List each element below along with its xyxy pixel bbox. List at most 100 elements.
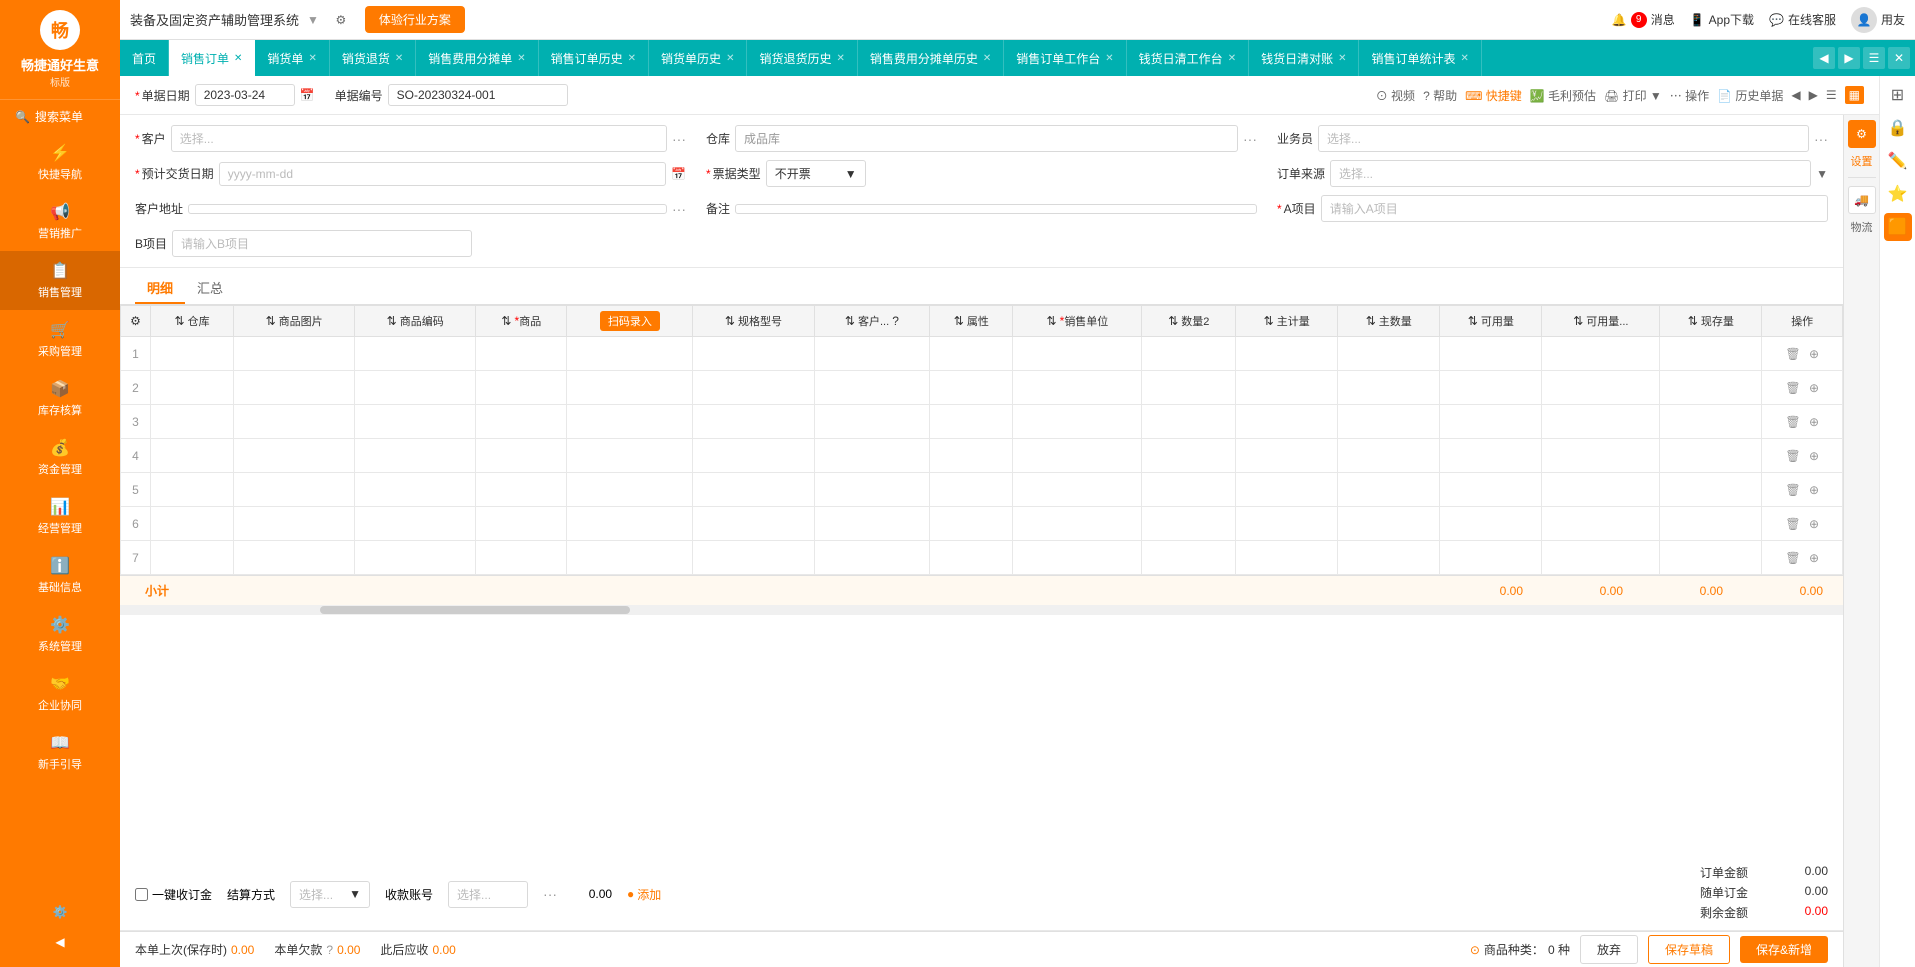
row-2-copy-icon[interactable]: ⊕ (1809, 381, 1819, 395)
th-available-detail-sort-icon[interactable]: ⇅ (1573, 314, 1583, 328)
row-7-attr[interactable] (930, 541, 1013, 575)
row-2-available-detail[interactable] (1542, 371, 1660, 405)
row-2-customer-code[interactable] (814, 371, 930, 405)
row-4-code[interactable] (355, 439, 476, 473)
row-1-product[interactable] (476, 337, 567, 371)
row-4-available[interactable] (1440, 439, 1542, 473)
card-view-icon[interactable]: ▦ (1845, 86, 1864, 104)
tab-sales-order-history[interactable]: 销售订单历史 ✕ (539, 40, 649, 76)
customer-addr-more-icon[interactable]: ··· (672, 201, 686, 217)
side-logistics-btn[interactable]: 🚚 (1848, 186, 1876, 214)
row-3-scan[interactable] (567, 405, 693, 439)
row-3-main-unit[interactable] (1236, 405, 1338, 439)
tab-detail[interactable]: 明细 (135, 273, 185, 304)
notification-btn[interactable]: 🔔 9 消息 (1612, 11, 1675, 28)
order-source-input[interactable]: 选择... (1330, 160, 1811, 187)
row-6-available-detail[interactable] (1542, 507, 1660, 541)
row-4-image[interactable] (234, 439, 355, 473)
th-sales-unit-sort-icon[interactable]: ⇅ (1047, 314, 1057, 328)
row-4-copy-icon[interactable]: ⊕ (1809, 449, 1819, 463)
row-3-product[interactable] (476, 405, 567, 439)
scan-input-btn[interactable]: 扫码录入 (600, 311, 660, 331)
row-5-delete-icon[interactable]: 🗑 (1785, 483, 1800, 497)
row-1-qty2[interactable] (1142, 337, 1236, 371)
row-7-available-detail[interactable] (1542, 541, 1660, 575)
row-5-image[interactable] (234, 473, 355, 507)
tab-sales-return-history[interactable]: 销货退货历史 ✕ (747, 40, 857, 76)
row-2-main-unit[interactable] (1236, 371, 1338, 405)
app-download-btn[interactable]: 📱 App下载 (1690, 11, 1754, 28)
side-settings-label[interactable]: 设置 (1851, 153, 1873, 169)
row-4-product[interactable] (476, 439, 567, 473)
row-5-main-qty[interactable] (1338, 473, 1440, 507)
delivery-date-input[interactable]: yyyy-mm-dd (219, 162, 666, 186)
th-product-code-sort-icon[interactable]: ⇅ (387, 314, 397, 328)
row-4-main-unit[interactable] (1236, 439, 1338, 473)
calendar-icon[interactable]: 📅 (300, 88, 315, 102)
customer-more-icon[interactable]: ··· (672, 131, 686, 147)
row-5-spec[interactable] (693, 473, 814, 507)
profit-estimate-btn[interactable]: 💹 毛利预估 (1530, 87, 1596, 104)
side-settings-btn[interactable]: ⚙ (1848, 120, 1876, 148)
row-1-image[interactable] (234, 337, 355, 371)
rp-lock-icon[interactable]: 🔒 (1884, 114, 1912, 142)
delivery-calendar-icon[interactable]: 📅 (671, 167, 686, 181)
a-project-input[interactable]: 请输入A项目 (1321, 195, 1828, 222)
tabs-next-btn[interactable]: ▶ (1838, 47, 1860, 69)
row-7-current-stock[interactable] (1660, 541, 1762, 575)
th-customer-code-sort-icon[interactable]: ⇅ (845, 314, 855, 328)
shortcut-btn[interactable]: ⌨ 快捷键 (1465, 87, 1522, 104)
row-3-main-qty[interactable] (1338, 405, 1440, 439)
tab-sales-return-close-icon[interactable]: ✕ (395, 53, 403, 64)
operations-btn[interactable]: ⋯ 操作 (1670, 87, 1709, 104)
receipt-account-select[interactable]: 选择... (448, 881, 528, 908)
tab-sales-stats-close-icon[interactable]: ✕ (1461, 53, 1469, 64)
sidebar-item-inventory[interactable]: 📦 库存核算 (0, 369, 120, 428)
row-5-available-detail[interactable] (1542, 473, 1660, 507)
row-6-available[interactable] (1440, 507, 1542, 541)
row-6-code[interactable] (355, 507, 476, 541)
sidebar-collapse-btn[interactable]: ◀ (0, 927, 120, 957)
row-4-qty2[interactable] (1142, 439, 1236, 473)
print-btn[interactable]: 🖨 打印 ▼ (1604, 87, 1662, 104)
user-menu-btn[interactable]: 👤 用友 (1851, 7, 1905, 33)
add-btn[interactable]: ● 添加 (627, 886, 661, 903)
row-4-scan[interactable] (567, 439, 693, 473)
row-1-delete-icon[interactable]: 🗑 (1785, 347, 1800, 361)
th-main-unit-sort-icon[interactable]: ⇅ (1264, 314, 1274, 328)
tab-sales-expense-split-close-icon[interactable]: ✕ (517, 53, 525, 64)
sidebar-item-enterprise[interactable]: 🤝 企业协同 (0, 664, 120, 723)
save-new-btn[interactable]: 保存&新增 (1740, 936, 1828, 963)
tab-sales-return-history-close-icon[interactable]: ✕ (836, 53, 844, 64)
product-types-icon[interactable]: ⊙ (1470, 943, 1480, 957)
row-4-attr[interactable] (930, 439, 1013, 473)
th-qty2-sort-icon[interactable]: ⇅ (1168, 314, 1178, 328)
doc-num-value[interactable]: SO-20230324-001 (388, 84, 568, 106)
settings-gear-btn[interactable]: ⚙ (327, 6, 355, 34)
tab-sales-workbench[interactable]: 销售订单工作台 ✕ (1004, 40, 1126, 76)
tab-summary[interactable]: 汇总 (185, 273, 235, 304)
b-project-input[interactable]: 请输入B项目 (172, 230, 472, 257)
row-7-warehouse[interactable] (151, 541, 234, 575)
receipt-more-icon[interactable]: ··· (543, 886, 557, 902)
tabs-close-btn[interactable]: ✕ (1888, 47, 1910, 69)
sidebar-item-finance[interactable]: 💰 资金管理 (0, 428, 120, 487)
salesperson-input[interactable]: 选择... (1318, 125, 1809, 152)
tabs-menu-btn[interactable]: ☰ (1863, 47, 1885, 69)
tab-sales-order-history-close-icon[interactable]: ✕ (628, 53, 636, 64)
row-1-current-stock[interactable] (1660, 337, 1762, 371)
tab-sales-invoice[interactable]: 销货单 ✕ (255, 40, 329, 76)
row-2-delete-icon[interactable]: 🗑 (1785, 381, 1800, 395)
warehouse-more-icon[interactable]: ··· (1243, 131, 1257, 147)
row-5-main-unit[interactable] (1236, 473, 1338, 507)
industry-solution-btn[interactable]: 体验行业方案 (365, 6, 465, 33)
scroll-thumb[interactable] (320, 606, 630, 614)
row-4-warehouse[interactable] (151, 439, 234, 473)
row-7-customer-code[interactable] (814, 541, 930, 575)
tab-expense-split-history-close-icon[interactable]: ✕ (983, 53, 991, 64)
row-2-spec[interactable] (693, 371, 814, 405)
th-product-sort-icon[interactable]: ⇅ (501, 314, 511, 328)
row-6-scan[interactable] (567, 507, 693, 541)
row-1-main-unit[interactable] (1236, 337, 1338, 371)
row-7-spec[interactable] (693, 541, 814, 575)
